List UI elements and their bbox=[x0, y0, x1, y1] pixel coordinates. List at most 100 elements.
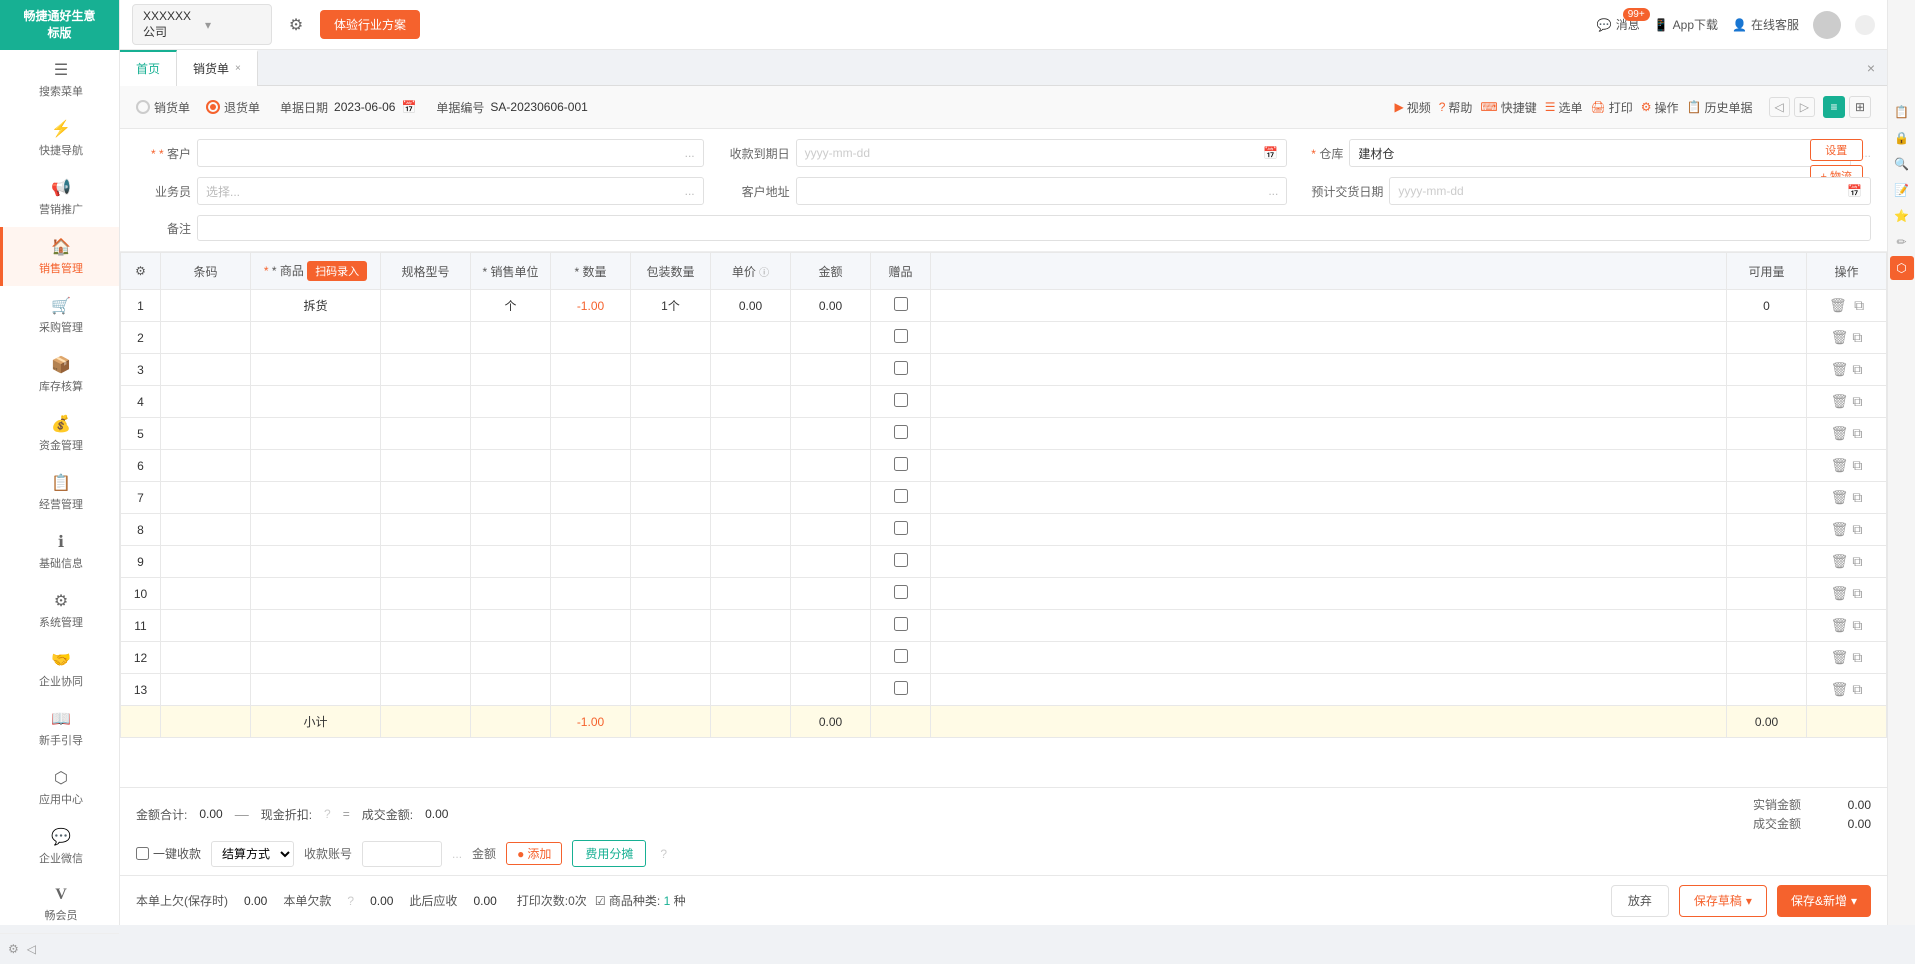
sidebar-item-quicknav[interactable]: ⚡ 快捷导航 bbox=[0, 109, 119, 168]
warehouse-input[interactable]: 建材仓 bbox=[1349, 139, 1851, 167]
sidebar-collapse-icon[interactable]: ◁ bbox=[27, 942, 36, 956]
row-pkgqty[interactable] bbox=[631, 546, 711, 578]
row-pkgqty[interactable] bbox=[631, 610, 711, 642]
save-new-btn[interactable]: 保存&新增 ▾ bbox=[1777, 885, 1871, 917]
copy-icon[interactable]: ⧉ bbox=[1852, 617, 1862, 633]
delete-icon[interactable]: 🗑 bbox=[1831, 681, 1849, 697]
delete-icon[interactable]: 🗑 bbox=[1831, 425, 1849, 441]
delete-icon[interactable]: 🗑 bbox=[1831, 617, 1849, 633]
expense-split-btn[interactable]: 费用分摊 bbox=[572, 840, 646, 867]
row-unit[interactable] bbox=[471, 354, 551, 386]
row-spec[interactable] bbox=[381, 450, 471, 482]
row-amount[interactable] bbox=[791, 610, 871, 642]
row-spec[interactable] bbox=[381, 674, 471, 706]
row-price[interactable] bbox=[711, 610, 791, 642]
note-input[interactable] bbox=[197, 215, 1871, 241]
scan-btn[interactable]: 扫码录入 bbox=[307, 261, 367, 281]
tab-sales-order[interactable]: 销货单 × bbox=[177, 50, 258, 86]
expected-delivery-input[interactable]: yyyy-mm-dd 📅 bbox=[1389, 177, 1871, 205]
right-panel-btn-1[interactable]: 📋 bbox=[1890, 100, 1914, 124]
row-gift[interactable] bbox=[871, 578, 931, 610]
row-product[interactable] bbox=[251, 386, 381, 418]
row-price[interactable] bbox=[711, 354, 791, 386]
delete-icon[interactable]: 🗑 bbox=[1831, 489, 1849, 505]
row-amount[interactable] bbox=[791, 578, 871, 610]
add-payment-btn[interactable]: ● 添加 bbox=[506, 842, 562, 865]
row-amount[interactable] bbox=[791, 450, 871, 482]
row-unit[interactable] bbox=[471, 642, 551, 674]
row-barcode[interactable] bbox=[161, 546, 251, 578]
table-settings-icon[interactable]: ⚙ bbox=[135, 264, 146, 278]
row-qty[interactable] bbox=[551, 418, 631, 450]
row-pkgqty[interactable] bbox=[631, 354, 711, 386]
row-price[interactable] bbox=[711, 546, 791, 578]
copy-icon[interactable]: ⧉ bbox=[1852, 681, 1862, 697]
gift-checkbox[interactable] bbox=[894, 329, 908, 343]
delete-icon[interactable]: 🗑 bbox=[1831, 649, 1849, 665]
row-gift[interactable] bbox=[871, 674, 931, 706]
row-barcode[interactable] bbox=[161, 578, 251, 610]
row-spec[interactable] bbox=[381, 482, 471, 514]
gift-checkbox[interactable] bbox=[894, 457, 908, 471]
copy-icon[interactable]: ⧉ bbox=[1852, 393, 1862, 409]
row-gift[interactable] bbox=[871, 418, 931, 450]
sidebar-item-inventory[interactable]: 📦 库存核算 bbox=[0, 345, 119, 404]
expense-help-icon[interactable]: ? bbox=[660, 847, 667, 861]
sidebar-item-system[interactable]: ⚙ 系统管理 bbox=[0, 581, 119, 640]
right-panel-btn-6[interactable]: ✏ bbox=[1890, 230, 1914, 254]
row-price[interactable] bbox=[711, 578, 791, 610]
sidebar-item-sales[interactable]: 🏠 销售管理 bbox=[0, 227, 119, 286]
table-wrapper[interactable]: ⚙ 条码 * 商品 扫码录入 规格型号 bbox=[120, 252, 1887, 787]
gift-checkbox[interactable] bbox=[894, 585, 908, 599]
sidebar-item-guide[interactable]: 📖 新手引导 bbox=[0, 699, 119, 758]
row-spec[interactable] bbox=[381, 578, 471, 610]
delete-icon[interactable]: 🗑 bbox=[1831, 585, 1849, 601]
row-price[interactable] bbox=[711, 674, 791, 706]
row-spec[interactable] bbox=[381, 610, 471, 642]
right-panel-btn-3[interactable]: 🔍 bbox=[1890, 152, 1914, 176]
row-pkgqty[interactable] bbox=[631, 514, 711, 546]
gift-checkbox[interactable] bbox=[894, 553, 908, 567]
delete-icon[interactable]: 🗑 bbox=[1831, 457, 1849, 473]
row-amount[interactable] bbox=[791, 514, 871, 546]
row-qty[interactable] bbox=[551, 642, 631, 674]
row-unit[interactable] bbox=[471, 578, 551, 610]
gift-checkbox-1[interactable] bbox=[894, 297, 908, 311]
grid-view-btn[interactable]: ⊞ bbox=[1849, 96, 1871, 118]
list-view-btn[interactable]: ≡ bbox=[1823, 96, 1845, 118]
sidebar-item-marketing[interactable]: 📢 营销推广 bbox=[0, 168, 119, 227]
row-pkgqty[interactable] bbox=[631, 482, 711, 514]
sidebar-item-collab[interactable]: 🤝 企业协同 bbox=[0, 640, 119, 699]
row-gift[interactable] bbox=[871, 322, 931, 354]
help-btn[interactable]: ? 帮助 bbox=[1439, 99, 1473, 116]
row-price[interactable] bbox=[711, 642, 791, 674]
row-gift[interactable] bbox=[871, 482, 931, 514]
payment-method-select[interactable]: 结算方式 bbox=[211, 841, 294, 867]
topbar-settings-btn[interactable]: ⚙ bbox=[282, 11, 310, 39]
row-qty[interactable] bbox=[551, 674, 631, 706]
price-info-icon[interactable]: ⓘ bbox=[759, 268, 769, 279]
row-pkgqty[interactable] bbox=[631, 418, 711, 450]
row-unit[interactable] bbox=[471, 386, 551, 418]
row-barcode[interactable] bbox=[161, 386, 251, 418]
row-unit[interactable] bbox=[471, 482, 551, 514]
video-btn[interactable]: ▶ 视频 bbox=[1394, 99, 1430, 116]
row-spec[interactable] bbox=[381, 514, 471, 546]
gift-checkbox[interactable] bbox=[894, 649, 908, 663]
th-settings[interactable]: ⚙ bbox=[121, 253, 161, 290]
copy-icon[interactable]: ⧉ bbox=[1852, 329, 1862, 345]
messages-btn[interactable]: 💬 消息 99+ bbox=[1597, 16, 1640, 33]
right-panel-btn-7[interactable]: ⬡ bbox=[1890, 256, 1914, 280]
row-barcode-1[interactable] bbox=[161, 290, 251, 322]
row-product[interactable] bbox=[251, 450, 381, 482]
row-barcode[interactable] bbox=[161, 354, 251, 386]
row-qty-1[interactable]: -1.00 bbox=[551, 290, 631, 322]
copy-icon[interactable]: ⧉ bbox=[1852, 361, 1862, 377]
row-gift[interactable] bbox=[871, 354, 931, 386]
row-spec-1[interactable] bbox=[381, 290, 471, 322]
row-qty[interactable] bbox=[551, 386, 631, 418]
row-product[interactable] bbox=[251, 482, 381, 514]
history-btn[interactable]: 📋 历史单据 bbox=[1687, 99, 1753, 116]
delete-icon[interactable]: 🗑 bbox=[1831, 393, 1849, 409]
row-unit[interactable] bbox=[471, 674, 551, 706]
